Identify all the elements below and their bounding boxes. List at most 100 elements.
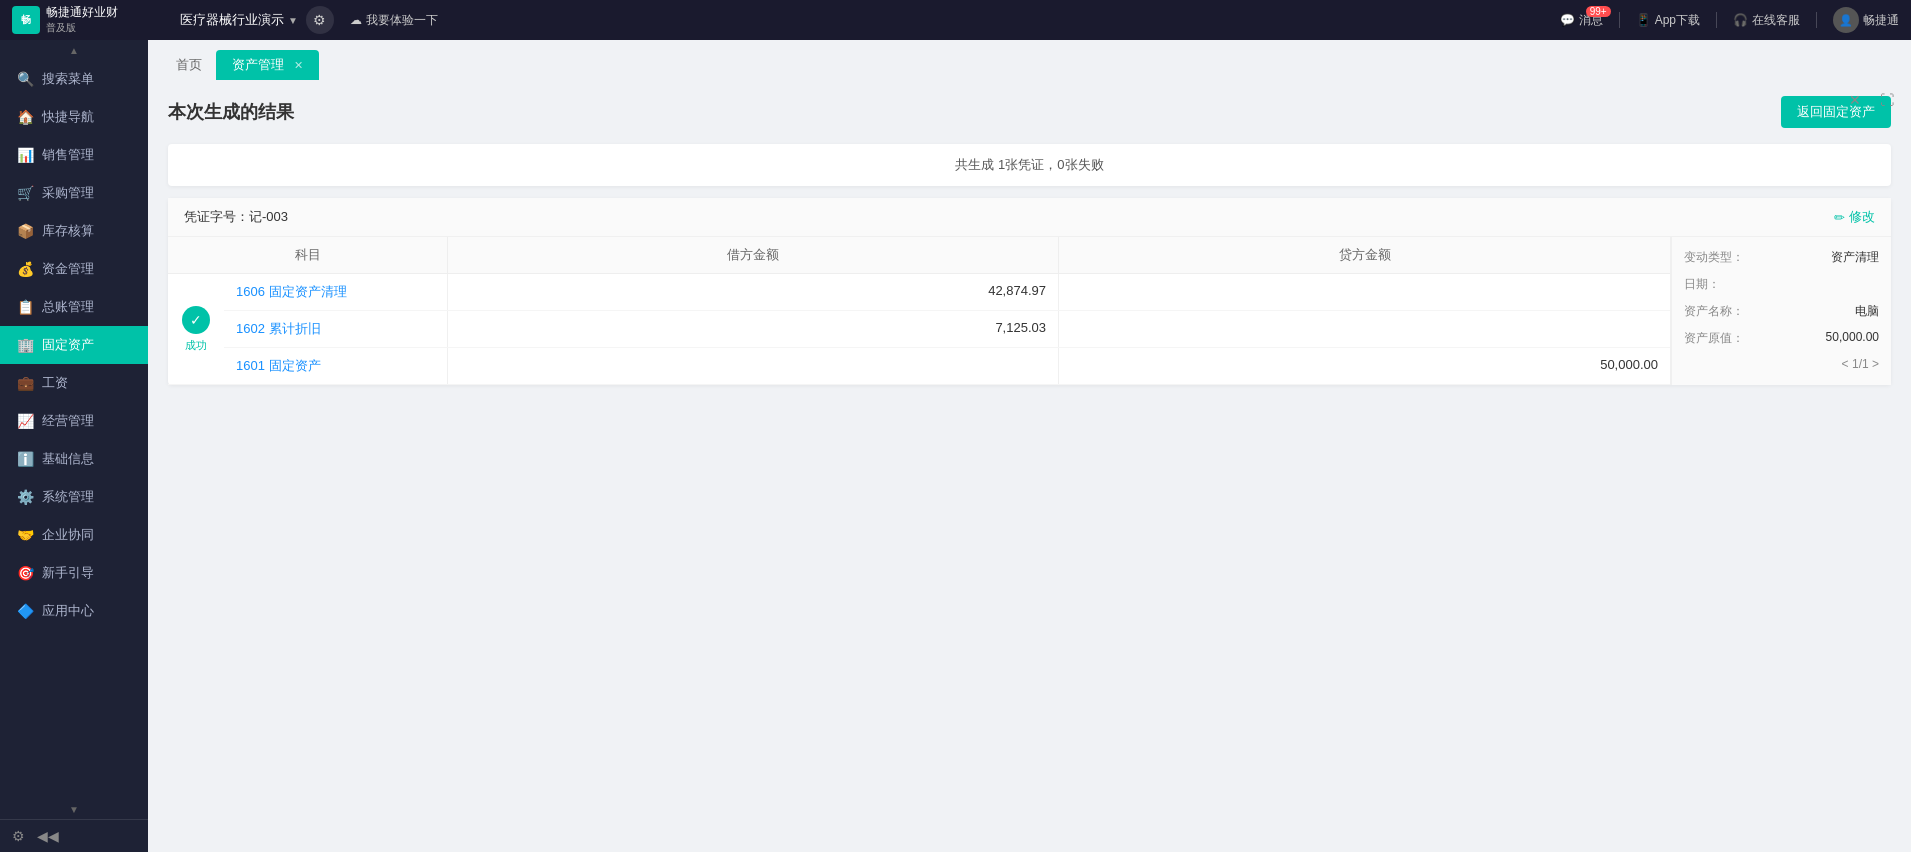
tab-asset-management[interactable]: 资产管理 ✕ — [216, 50, 319, 80]
sidebar-item-operations[interactable]: 📈 经营管理 — [0, 402, 148, 440]
avatar: 👤 — [1833, 7, 1859, 33]
sidebar-item-label: 销售管理 — [42, 146, 94, 164]
side-label-name: 资产名称： — [1684, 303, 1744, 320]
sidebar-item-payroll[interactable]: 💼 工资 — [0, 364, 148, 402]
company-selector[interactable]: 医疗器械行业演示 ▼ — [180, 11, 298, 29]
sidebar-item-purchase[interactable]: 🛒 采购管理 — [0, 174, 148, 212]
sidebar-item-quick-nav[interactable]: 🏠 快捷导航 — [0, 98, 148, 136]
voucher-block: 凭证字号：记-003 ✏ 修改 科目 借方金额 贷方金额 — [168, 198, 1891, 385]
enterprise-icon: 🤝 — [16, 526, 34, 544]
message-icon: 💬 — [1560, 13, 1575, 27]
debit-1: 42,874.97 — [448, 274, 1059, 310]
app-download-button[interactable]: 📱 App下载 — [1636, 12, 1700, 29]
summary-text: 共生成 1张凭证，0张失败 — [955, 157, 1103, 172]
prev-page-button[interactable]: < — [1842, 357, 1849, 371]
side-label-type: 变动类型： — [1684, 249, 1744, 266]
sidebar-item-label: 基础信息 — [42, 450, 94, 468]
try-icon: ☁ — [350, 13, 362, 27]
sidebar-item-label: 总账管理 — [42, 298, 94, 316]
sidebar-item-label: 搜索菜单 — [42, 70, 94, 88]
ledger-icon: 📋 — [16, 298, 34, 316]
side-field-original-value: 资产原值： 50,000.00 — [1684, 330, 1879, 347]
sidebar-item-ledger[interactable]: 📋 总账管理 — [0, 288, 148, 326]
customer-service-button[interactable]: 🎧 在线客服 — [1733, 12, 1800, 29]
customer-service-label: 在线客服 — [1752, 12, 1800, 29]
table-header: 科目 借方金额 贷方金额 — [168, 237, 1670, 274]
sidebar-item-funds[interactable]: 💰 资金管理 — [0, 250, 148, 288]
sidebar-item-search[interactable]: 🔍 搜索菜单 — [0, 60, 148, 98]
divider2 — [1716, 12, 1717, 28]
divider3 — [1816, 12, 1817, 28]
subject-3[interactable]: 1601 固定资产 — [224, 348, 448, 384]
sidebar-item-basic-info[interactable]: ℹ️ 基础信息 — [0, 440, 148, 478]
message-button[interactable]: 💬 消息 99+ — [1560, 12, 1603, 29]
footer-collapse-icon[interactable]: ◀◀ — [37, 828, 59, 844]
logo-area: 畅 畅捷通好业财 普及版 — [12, 5, 160, 35]
tab-close-icon[interactable]: ✕ — [294, 59, 303, 71]
home-icon: 🏠 — [16, 108, 34, 126]
user-menu[interactable]: 👤 畅捷通 — [1833, 7, 1899, 33]
chevron-down-icon: ▼ — [288, 15, 298, 26]
voucher-table-wrap: 科目 借方金额 贷方金额 ✓ 成功 — [168, 237, 1891, 385]
scroll-up-arrow[interactable]: ▲ — [0, 40, 148, 60]
scroll-down-arrow[interactable]: ▼ — [0, 799, 148, 819]
fullscreen-button[interactable]: ⛶ — [1875, 88, 1899, 112]
table-body: ✓ 成功 1606 固定资产清理 42,874.97 — [168, 274, 1670, 385]
sidebar-item-guide[interactable]: 🎯 新手引导 — [0, 554, 148, 592]
purchase-icon: 🛒 — [16, 184, 34, 202]
system-icon: ⚙️ — [16, 488, 34, 506]
success-label: 成功 — [185, 338, 207, 353]
window-controls: ✕ ⛶ — [1843, 88, 1899, 112]
subject-2[interactable]: 1602 累计折旧 — [224, 311, 448, 347]
app-center-icon: 🔷 — [16, 602, 34, 620]
main-container: ▲ 🔍 搜索菜单 🏠 快捷导航 📊 销售管理 🛒 采购管理 📦 库存核算 — [0, 40, 1911, 852]
sidebar-item-inventory[interactable]: 📦 库存核算 — [0, 212, 148, 250]
sidebar-item-label: 企业协同 — [42, 526, 94, 544]
voucher-table: 科目 借方金额 贷方金额 ✓ 成功 — [168, 237, 1671, 385]
sidebar: ▲ 🔍 搜索菜单 🏠 快捷导航 📊 销售管理 🛒 采购管理 📦 库存核算 — [0, 40, 148, 852]
logo-edition: 普及版 — [46, 21, 118, 35]
th-debit: 借方金额 — [448, 237, 1059, 273]
tab-asset-label: 资产管理 — [232, 57, 284, 72]
credit-2 — [1059, 311, 1670, 347]
message-badge: 99+ — [1586, 6, 1611, 17]
headset-icon: 🎧 — [1733, 13, 1748, 27]
sales-icon: 📊 — [16, 146, 34, 164]
side-panel: 变动类型： 资产清理 日期： 资产名称： 电脑 资产原值： — [1671, 237, 1891, 385]
funds-icon: 💰 — [16, 260, 34, 278]
side-value-name: 电脑 — [1855, 303, 1879, 320]
subject-1[interactable]: 1606 固定资产清理 — [224, 274, 448, 310]
sidebar-item-app-center[interactable]: 🔷 应用中心 — [0, 592, 148, 630]
edit-button[interactable]: ✏ 修改 — [1834, 208, 1875, 226]
tab-home[interactable]: 首页 — [164, 50, 214, 80]
credit-1 — [1059, 274, 1670, 310]
app-download-label: App下载 — [1655, 12, 1700, 29]
data-rows: 1606 固定资产清理 42,874.97 1602 累计折旧 7,125.03 — [224, 274, 1670, 384]
sidebar-item-label: 采购管理 — [42, 184, 94, 202]
page-header: 本次生成的结果 返回固定资产 — [168, 96, 1891, 128]
side-label-original-value: 资产原值： — [1684, 330, 1744, 347]
status-cell: ✓ 成功 — [168, 274, 224, 384]
payroll-icon: 💼 — [16, 374, 34, 392]
success-icon: ✓ — [182, 306, 210, 334]
sidebar-item-enterprise[interactable]: 🤝 企业协同 — [0, 516, 148, 554]
settings-icon[interactable]: ⚙ — [306, 6, 334, 34]
fixed-assets-icon: 🏢 — [16, 336, 34, 354]
voucher-header: 凭证字号：记-003 ✏ 修改 — [168, 198, 1891, 237]
sidebar-item-label: 工资 — [42, 374, 68, 392]
sidebar-item-fixed-assets[interactable]: 🏢 固定资产 — [0, 326, 148, 364]
company-name: 医疗器械行业演示 — [180, 11, 284, 29]
sidebar-item-sales[interactable]: 📊 销售管理 — [0, 136, 148, 174]
header-center: 医疗器械行业演示 ▼ ⚙ ☁ 我要体验一下 — [160, 6, 1560, 34]
sidebar-item-system[interactable]: ⚙️ 系统管理 — [0, 478, 148, 516]
search-icon: 🔍 — [16, 70, 34, 88]
divider — [1619, 12, 1620, 28]
footer-settings-icon[interactable]: ⚙ — [12, 828, 25, 844]
try-button[interactable]: ☁ 我要体验一下 — [350, 12, 438, 29]
next-page-button[interactable]: > — [1872, 357, 1879, 371]
close-button[interactable]: ✕ — [1843, 88, 1867, 112]
sidebar-item-label: 应用中心 — [42, 602, 94, 620]
tab-bar: 首页 资产管理 ✕ — [148, 40, 1911, 80]
sidebar-item-label: 经营管理 — [42, 412, 94, 430]
side-label-date: 日期： — [1684, 276, 1720, 293]
